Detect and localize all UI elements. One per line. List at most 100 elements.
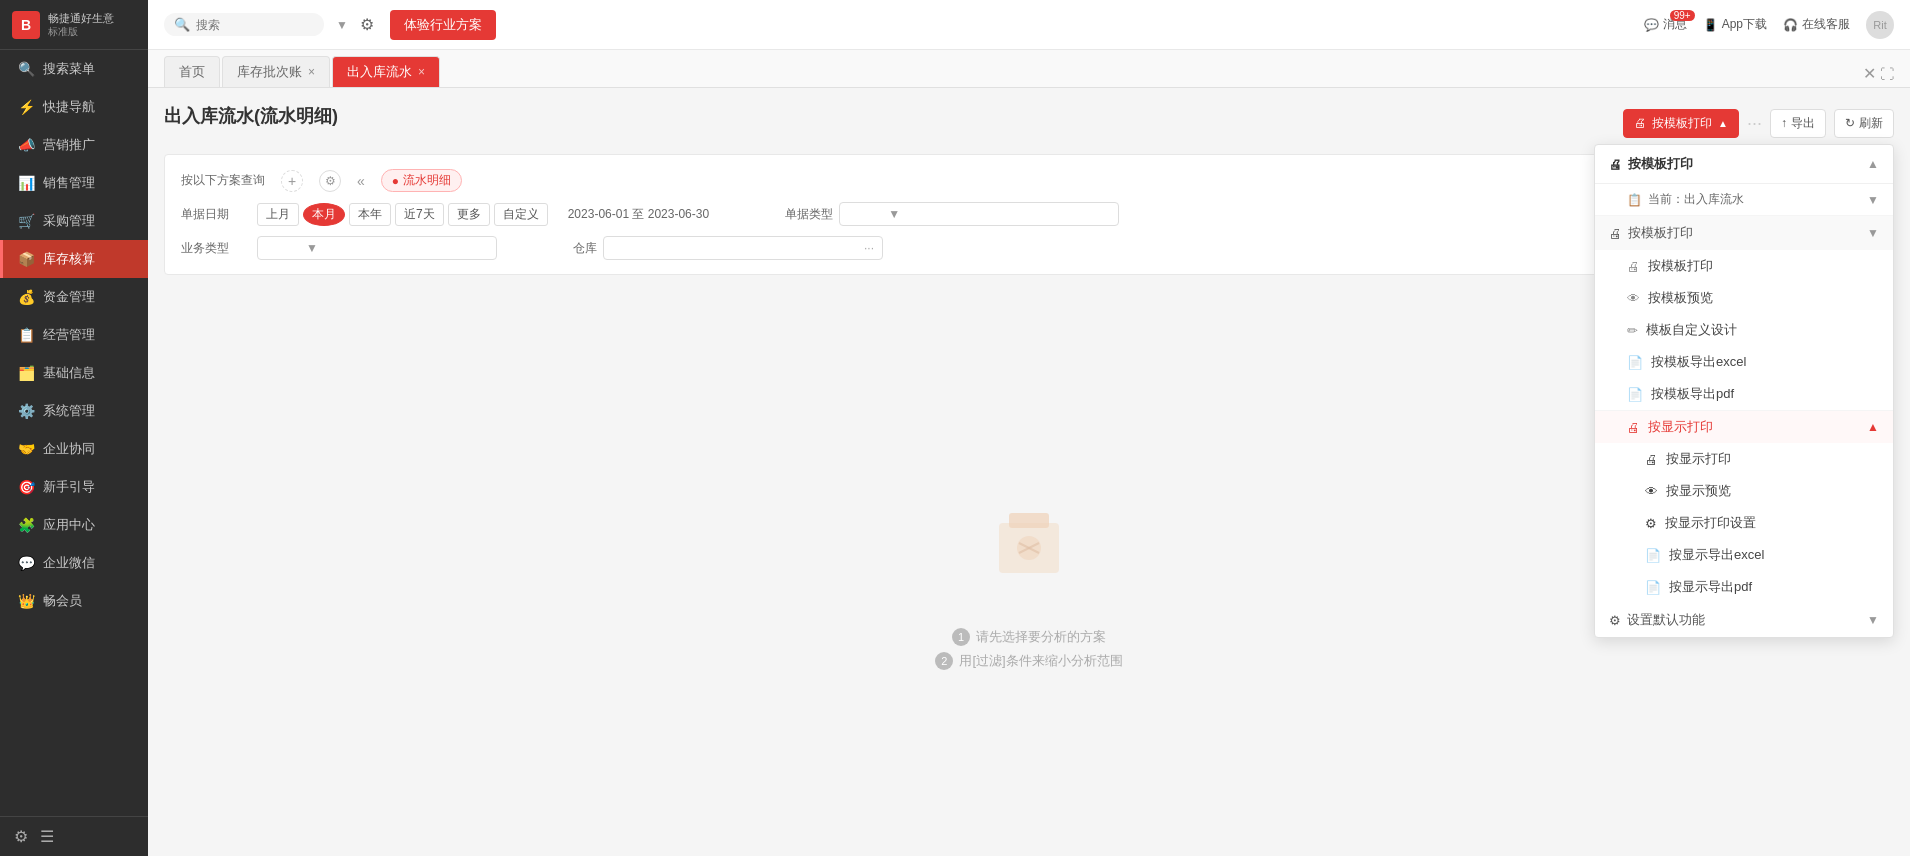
search-dropdown-arrow[interactable]: ▼ (336, 18, 348, 32)
settings-icon[interactable]: ⚙ (14, 827, 28, 846)
dropdown-display-print-group: 🖨 按显示打印 ▲ 🖨 按显示打印 👁 按显示预览 ⚙ 按显示打印设置 (1595, 411, 1893, 603)
sidebar-item-label: 资金管理 (43, 288, 95, 306)
sidebar-item-marketing[interactable]: 📣 营销推广 (0, 126, 148, 164)
sidebar-item-member[interactable]: 👑 畅会员 (0, 582, 148, 620)
app-download-label: App下载 (1722, 16, 1767, 33)
group-title-template: 🖨 按模板打印 (1609, 224, 1693, 242)
handshake-icon: 🤝 (17, 440, 35, 458)
date-btn-custom[interactable]: 自定义 (494, 203, 548, 226)
filter-prefix-label: 按以下方案查询 (181, 172, 265, 189)
date-btn-more[interactable]: 更多 (448, 203, 490, 226)
warehouse-input[interactable]: ··· (603, 236, 883, 260)
sidebar-item-apps[interactable]: 🧩 应用中心 (0, 506, 148, 544)
tab-batch-account[interactable]: 库存批次账 × (222, 56, 330, 87)
date-btn-7days[interactable]: 近7天 (395, 203, 444, 226)
window-maximize-icon[interactable]: ⛶ (1880, 66, 1894, 82)
date-range-display: 2023-06-01 至 2023-06-30 (568, 206, 709, 223)
pdf-icon: 📄 (1645, 580, 1661, 595)
refresh-label: 刷新 (1859, 115, 1883, 132)
sidebar-item-system[interactable]: ⚙️ 系统管理 (0, 392, 148, 430)
filter-date-label: 单据日期 (181, 206, 241, 223)
sidebar: B 畅捷通好生意 标准版 🔍 搜索菜单 ⚡ 快捷导航 📣 营销推广 📊 销售管理… (0, 0, 148, 856)
window-close-icon[interactable]: ✕ (1863, 64, 1876, 83)
collapse-icon[interactable]: ☰ (40, 827, 54, 846)
dropdown-item-display-preview[interactable]: 👁 按显示预览 (1595, 475, 1893, 507)
dropdown-item-display-print[interactable]: 🖨 按显示打印 (1595, 443, 1893, 475)
cart-icon: 🛒 (17, 212, 35, 230)
doc-type-arrow: ▼ (888, 207, 900, 221)
user-avatar[interactable]: Rit (1866, 11, 1894, 39)
app-download-button[interactable]: 📱 App下载 (1703, 16, 1767, 33)
filter-tag-icon: ● (392, 174, 399, 188)
tab-flow[interactable]: 出入库流水 × (332, 56, 440, 87)
settings-icon[interactable]: ⚙ (360, 15, 374, 34)
gear-icon: ⚙️ (17, 402, 35, 420)
customer-service-button[interactable]: 🎧 在线客服 (1783, 16, 1850, 33)
dropdown-item-display-export-pdf[interactable]: 📄 按显示导出pdf (1595, 571, 1893, 603)
empty-hint-1: 1 请先选择要分析的方案 (952, 628, 1106, 646)
business-type-select[interactable]: ▼ (257, 236, 497, 260)
dropdown-item-template-preview[interactable]: 👁 按模板预览 (1595, 282, 1893, 314)
filter-add-button[interactable]: + (281, 170, 303, 192)
dropdown-item-template-export-excel[interactable]: 📄 按模板导出excel (1595, 346, 1893, 378)
eye-icon: 👁 (1645, 484, 1658, 499)
refresh-button[interactable]: ↻ 刷新 (1834, 109, 1894, 138)
tab-bar: 首页 库存批次账 × 出入库流水 × ✕ ⛶ (148, 50, 1910, 88)
excel-icon: 📄 (1645, 548, 1661, 563)
sidebar-item-label: 畅会员 (43, 592, 82, 610)
sidebar-item-guide[interactable]: 🎯 新手引导 (0, 468, 148, 506)
sidebar-item-quick-nav[interactable]: ⚡ 快捷导航 (0, 88, 148, 126)
message-badge: 99+ (1670, 10, 1695, 21)
gear-icon: ⚙ (1609, 613, 1621, 628)
date-btn-this-year[interactable]: 本年 (349, 203, 391, 226)
sidebar-item-label: 销售管理 (43, 174, 95, 192)
document-type-select[interactable]: ▼ (839, 202, 1119, 226)
sidebar-item-search[interactable]: 🔍 搜索菜单 (0, 50, 148, 88)
trial-button[interactable]: 体验行业方案 (390, 10, 496, 40)
sidebar-item-label: 采购管理 (43, 212, 95, 230)
dropdown-arrow-up[interactable]: ▲ (1867, 157, 1879, 171)
tab-close-icon[interactable]: × (308, 65, 315, 79)
filter-collapse-left-icon[interactable]: « (357, 173, 365, 189)
message-button[interactable]: 💬 消息 99+ (1644, 16, 1687, 33)
logo-text: 畅捷通好生意 标准版 (48, 11, 114, 38)
dropdown-item-display-export-excel[interactable]: 📄 按显示导出excel (1595, 539, 1893, 571)
sidebar-item-basic[interactable]: 🗂️ 基础信息 (0, 354, 148, 392)
print-template-button[interactable]: 🖨 按模板打印 ▲ (1623, 109, 1739, 138)
sidebar-item-ops[interactable]: 📋 经营管理 (0, 316, 148, 354)
bell-icon: 💬 (1644, 18, 1659, 32)
sidebar-item-label: 新手引导 (43, 478, 95, 496)
sidebar-item-purchase[interactable]: 🛒 采购管理 (0, 202, 148, 240)
page-title: 出入库流水(流水明细) (164, 104, 338, 128)
more-icon: ··· (864, 241, 874, 255)
dropdown-footer[interactable]: ⚙ 设置默认功能 ▼ (1595, 603, 1893, 637)
sidebar-item-inventory[interactable]: 📦 库存核算 (0, 240, 148, 278)
search-input[interactable] (196, 18, 276, 32)
dropdown-item-template-export-pdf[interactable]: 📄 按模板导出pdf (1595, 378, 1893, 410)
biz-type-arrow: ▼ (306, 241, 318, 255)
megaphone-icon: 📣 (17, 136, 35, 154)
dropdown-item-display-print-settings[interactable]: ⚙ 按显示打印设置 (1595, 507, 1893, 539)
sidebar-item-sales[interactable]: 📊 销售管理 (0, 164, 148, 202)
money-icon: 💰 (17, 288, 35, 306)
printer-icon: 🖨 (1609, 157, 1622, 172)
dropdown-item-template-customize[interactable]: ✏ 模板自定义设计 (1595, 314, 1893, 346)
tab-home[interactable]: 首页 (164, 56, 220, 87)
dropdown-item-template-print[interactable]: 🖨 按模板打印 (1595, 250, 1893, 282)
filter-gear-button[interactable]: ⚙ (319, 170, 341, 192)
dropdown-group-header-template[interactable]: 🖨 按模板打印 ▼ (1595, 216, 1893, 250)
footer-arrow: ▼ (1867, 613, 1879, 627)
sidebar-item-wechat[interactable]: 💬 企业微信 (0, 544, 148, 582)
search-box[interactable]: 🔍 (164, 13, 324, 36)
sidebar-item-finance[interactable]: 💰 资金管理 (0, 278, 148, 316)
lightning-icon: ⚡ (17, 98, 35, 116)
export-button[interactable]: ↑ 导出 (1770, 109, 1826, 138)
sidebar-item-corp[interactable]: 🤝 企业协同 (0, 430, 148, 468)
date-btn-last-month[interactable]: 上月 (257, 203, 299, 226)
date-btn-this-month[interactable]: 本月 (303, 203, 345, 226)
sidebar-item-label: 企业协同 (43, 440, 95, 458)
mobile-icon: 📱 (1703, 18, 1718, 32)
tab-close-icon[interactable]: × (418, 65, 425, 79)
dropdown-group-header-display[interactable]: 🖨 按显示打印 ▲ (1595, 411, 1893, 443)
more-icon[interactable]: ··· (1747, 113, 1762, 134)
